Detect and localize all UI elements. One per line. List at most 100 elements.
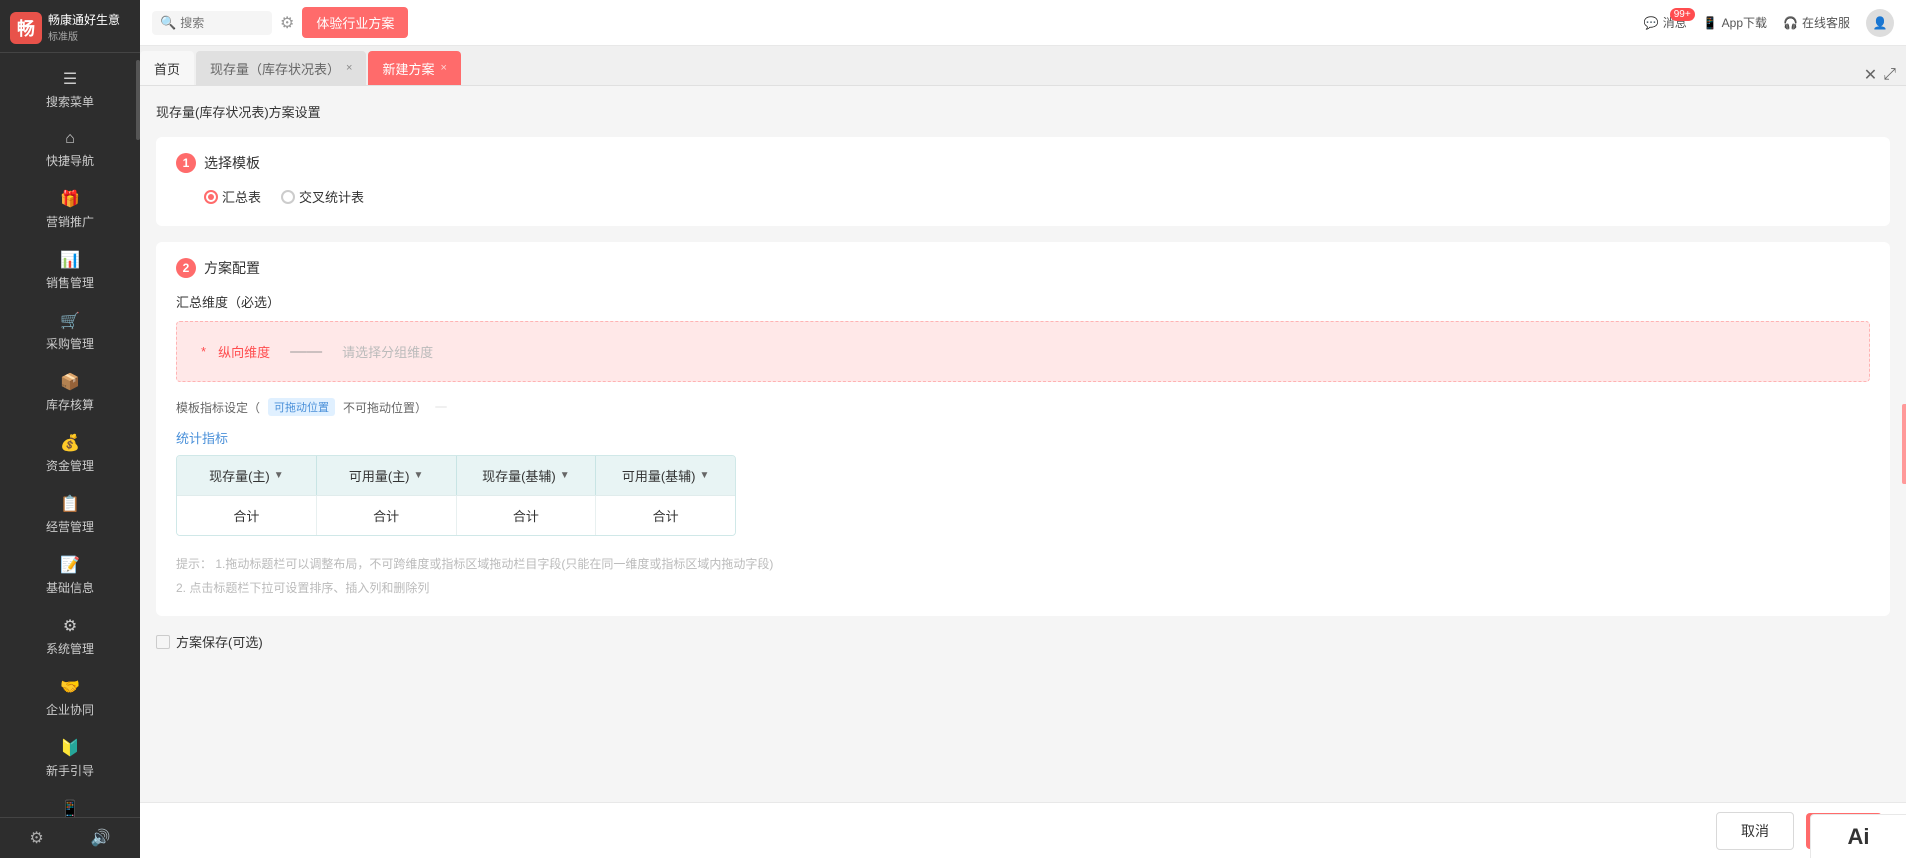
sidebar-item-label: 新手引导 xyxy=(46,762,94,779)
speaker-icon[interactable]: 🔊 xyxy=(91,828,111,848)
sidebar-item-inventory[interactable]: 📦 库存核算 xyxy=(0,362,140,423)
stats-col-0[interactable]: 现存量(主) ▼ xyxy=(177,456,317,495)
sidebar-item-finance[interactable]: 💰 资金管理 xyxy=(0,423,140,484)
sidebar-bottom: ⚙ 🔊 xyxy=(0,817,140,858)
chevron-down-icon-1: ▼ xyxy=(414,470,424,481)
pink-dimension-area[interactable]: * 纵向维度 —— 请选择分组维度 xyxy=(176,321,1870,382)
sidebar-item-quick-nav[interactable]: ⌂ 快捷导航 xyxy=(0,120,140,179)
app-download-icon: 📱 xyxy=(1703,16,1718,30)
sidebar-item-label: 经营管理 xyxy=(46,518,94,535)
sidebar-item-purchase[interactable]: 🛒 采购管理 xyxy=(0,301,140,362)
topbar-right: 💬 消息 99+ 📱 App下载 🎧 在线客服 👤 xyxy=(1644,9,1894,37)
guide-icon: 🔰 xyxy=(60,738,80,758)
search-box[interactable]: 🔍 xyxy=(152,11,272,35)
radio-summary[interactable]: 汇总表 xyxy=(204,187,261,206)
step2-card: 2 方案配置 汇总维度（必选） * 纵向维度 —— 请选择分组维度 模板指标设定… xyxy=(156,242,1890,616)
chevron-down-icon-0: ▼ xyxy=(274,470,284,481)
radio-cross[interactable]: 交叉统计表 xyxy=(281,187,364,206)
pink-dash: —— xyxy=(290,343,322,361)
step1-label: 1 选择模板 xyxy=(176,153,1870,173)
summary-dimension-label: 汇总维度（必选） xyxy=(176,292,1870,311)
save-label: 方案保存(可选) xyxy=(176,632,263,651)
sidebar-item-marketing[interactable]: 🎁 营销推广 xyxy=(0,179,140,240)
close-window-icon[interactable]: ✕ xyxy=(1864,65,1877,85)
gift-icon: 🎁 xyxy=(60,189,80,209)
search-icon: 🔍 xyxy=(160,15,176,31)
content-area: 现存量(库存状况表)方案设置 1 选择模板 汇总表 交叉统计表 2 xyxy=(140,86,1906,802)
radio-cross-dot xyxy=(281,190,295,204)
draggable-hint-badge: 可拖动位置 xyxy=(268,398,335,416)
cancel-button[interactable]: 取消 xyxy=(1716,812,1794,850)
search-input[interactable] xyxy=(180,16,260,30)
trial-button[interactable]: 体验行业方案 xyxy=(302,7,408,38)
stats-col-2-label: 现存量(基辅) xyxy=(482,466,556,485)
sidebar-nav: ☰ 搜索菜单 ⌂ 快捷导航 🎁 营销推广 📊 销售管理 🛒 采购管理 📦 库存核… xyxy=(0,53,140,817)
sidebar-logo: 畅 畅康通好生意 标准版 xyxy=(0,0,140,53)
field-label: 纵向维度 xyxy=(218,342,270,361)
app-download-button[interactable]: 📱 App下载 xyxy=(1703,14,1767,31)
sidebar-item-app-center[interactable]: 📱 应用中心 xyxy=(0,789,140,817)
stats-col-3[interactable]: 可用量(基辅) ▼ xyxy=(596,456,735,495)
stats-col-1[interactable]: 可用量(主) ▼ xyxy=(317,456,457,495)
step1-text: 选择模板 xyxy=(204,153,260,173)
template-radio-group: 汇总表 交叉统计表 xyxy=(204,187,1870,206)
footer-bar: 取消 查询 xyxy=(140,802,1906,858)
gear-icon[interactable]: ⚙ xyxy=(280,13,294,33)
app-sub: 标准版 xyxy=(48,28,120,43)
step2-label: 2 方案配置 xyxy=(176,258,1870,278)
tab-home[interactable]: 首页 xyxy=(140,51,194,85)
save-row: 方案保存(可选) xyxy=(156,632,1890,651)
tab-new-plan[interactable]: 新建方案 × xyxy=(368,51,460,85)
tips-section: 提示： 1.拖动标题栏可以调整布局，不可跨维度或指标区域拖动栏目字段(只能在同一… xyxy=(176,552,1870,600)
stats-col-3-label: 可用量(基辅) xyxy=(622,466,696,485)
avatar[interactable]: 👤 xyxy=(1866,9,1894,37)
phone-icon: 📱 xyxy=(60,799,80,817)
tab-new-plan-close[interactable]: × xyxy=(440,62,446,74)
tab-inventory[interactable]: 现存量（库存状况表） × xyxy=(196,51,366,85)
sidebar-item-cooperation[interactable]: 🤝 企业协同 xyxy=(0,667,140,728)
stats-col-2[interactable]: 现存量(基辅) ▼ xyxy=(457,456,597,495)
stats-col-0-label: 现存量(主) xyxy=(209,466,270,485)
right-edge-indicator xyxy=(1902,404,1906,484)
settings-icon[interactable]: ⚙ xyxy=(29,828,43,848)
online-service-label: 在线客服 xyxy=(1802,14,1850,31)
sidebar-item-label: 基础信息 xyxy=(46,579,94,596)
stats-row-cell-2: 合计 xyxy=(457,496,597,535)
save-checkbox[interactable] xyxy=(156,635,170,649)
stats-col-1-label: 可用量(主) xyxy=(349,466,410,485)
stats-section: 统计指标 现存量(主) ▼ 可用量(主) ▼ 现存量(基辅) xyxy=(176,428,1870,536)
sidebar-item-operations[interactable]: 📋 经营管理 xyxy=(0,484,140,545)
main-area: 🔍 ⚙ 体验行业方案 💬 消息 99+ 📱 App下载 🎧 在线客服 👤 xyxy=(140,0,1906,858)
message-button[interactable]: 💬 消息 99+ xyxy=(1644,14,1687,31)
headset-icon: 🎧 xyxy=(1783,16,1798,30)
tip-1: 提示： 1.拖动标题栏可以调整布局，不可跨维度或指标区域拖动栏目字段(只能在同一… xyxy=(176,552,1870,576)
handshake-icon: 🤝 xyxy=(60,677,80,697)
sidebar-item-label: 企业协同 xyxy=(46,701,94,718)
stats-title: 统计指标 xyxy=(176,428,1870,447)
app-download-label: App下载 xyxy=(1722,14,1767,31)
sidebar-item-label: 营销推广 xyxy=(46,213,94,230)
chevron-down-icon-2: ▼ xyxy=(560,470,570,481)
radio-summary-dot xyxy=(204,190,218,204)
expand-window-icon[interactable]: ⤢ xyxy=(1883,66,1896,84)
sidebar-item-search-menu[interactable]: ☰ 搜索菜单 xyxy=(0,59,140,120)
chart-icon: 📊 xyxy=(60,250,80,270)
page-title: 现存量(库存状况表)方案设置 xyxy=(156,102,1890,121)
tab-home-label: 首页 xyxy=(154,59,180,78)
topbar: 🔍 ⚙ 体验行业方案 💬 消息 99+ 📱 App下载 🎧 在线客服 👤 xyxy=(140,0,1906,46)
sidebar-item-basic-info[interactable]: 📝 基础信息 xyxy=(0,545,140,606)
sidebar-item-label: 资金管理 xyxy=(46,457,94,474)
sidebar-item-new-guide[interactable]: 🔰 新手引导 xyxy=(0,728,140,789)
sidebar-item-sales[interactable]: 📊 销售管理 xyxy=(0,240,140,301)
indicator-label: 模板指标设定（ xyxy=(176,399,260,416)
tab-inventory-close[interactable]: × xyxy=(346,62,352,74)
sidebar-item-system[interactable]: ⚙ 系统管理 xyxy=(0,606,140,667)
step1-num: 1 xyxy=(176,153,196,173)
message-icon: 💬 xyxy=(1644,16,1659,30)
message-badge: 99+ xyxy=(1670,8,1695,21)
sidebar-item-label: 销售管理 xyxy=(46,274,94,291)
sidebar-item-label: 快捷导航 xyxy=(46,152,94,169)
tip-2: 2. 点击标题栏下拉可设置排序、插入列和删除列 xyxy=(176,576,1870,600)
avatar-icon: 👤 xyxy=(1873,16,1888,30)
online-service-button[interactable]: 🎧 在线客服 xyxy=(1783,14,1850,31)
